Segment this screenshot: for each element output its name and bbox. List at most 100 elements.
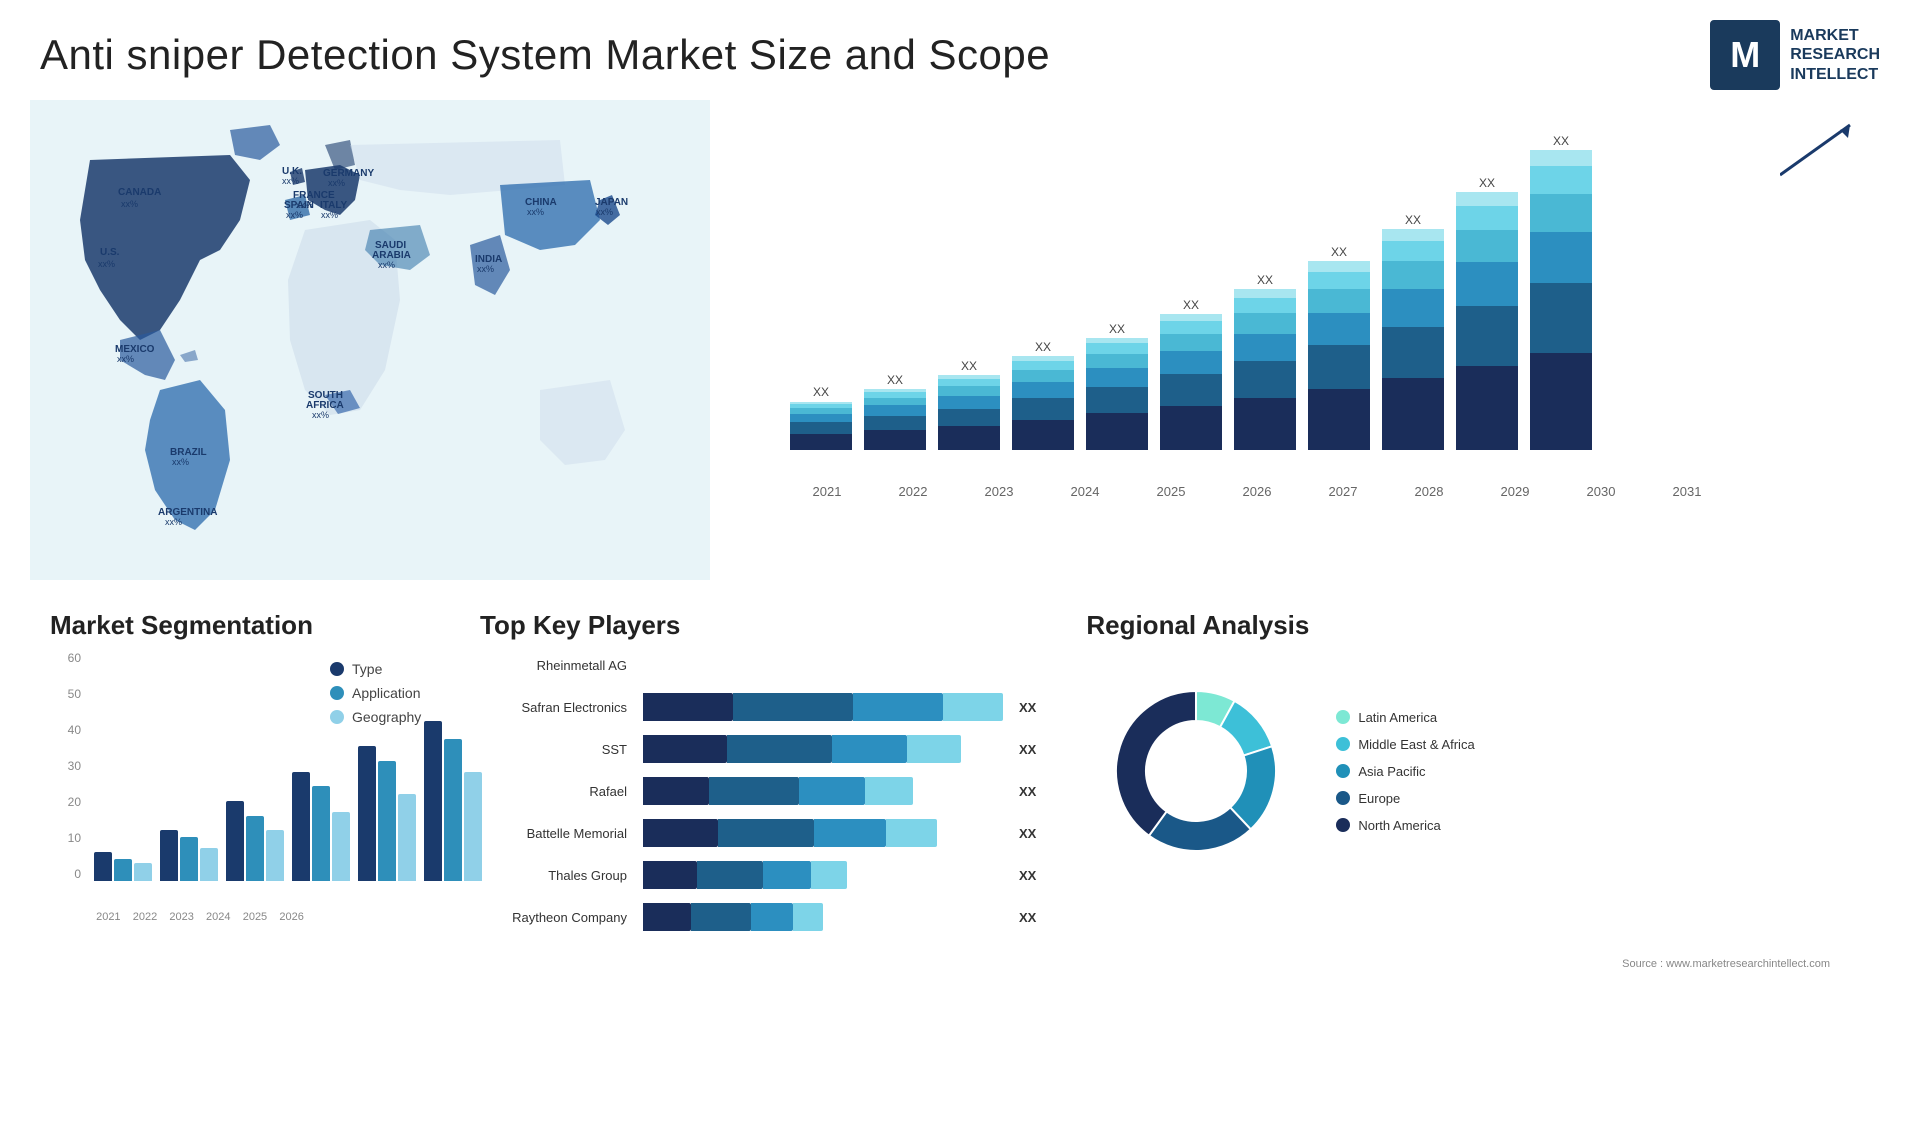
regional-title: Regional Analysis (1086, 610, 1870, 641)
regional-section: Regional Analysis Latin America Middle Ea… (1066, 600, 1890, 980)
bar-seg-0 (1160, 406, 1222, 450)
seg-bar-group-0 (94, 852, 152, 881)
bar-seg-3 (1530, 194, 1592, 232)
regional-legend-item: Latin America (1336, 710, 1474, 725)
player-bar-seg (643, 693, 733, 721)
svg-text:xx%: xx% (165, 517, 182, 527)
bar-col-2023: XX (938, 359, 1000, 450)
bar-seg-2 (1234, 334, 1296, 361)
bar-seg-3 (1234, 313, 1296, 334)
svg-text:xx%: xx% (527, 207, 544, 217)
seg-bar-2 (266, 830, 284, 881)
bar-seg-2 (1456, 262, 1518, 306)
svg-text:xx%: xx% (282, 176, 299, 186)
svg-text:xx%: xx% (596, 207, 613, 217)
svg-text:xx%: xx% (117, 354, 134, 364)
bar-seg-2 (1382, 289, 1444, 326)
source-text: Source : www.marketresearchintellect.com (1086, 954, 1870, 970)
player-value: XX (1019, 868, 1036, 883)
player-bar-seg (643, 903, 691, 931)
bar-stack-2021 (790, 401, 852, 450)
bar-seg-0 (1382, 378, 1444, 450)
svg-text:xx%: xx% (98, 259, 115, 269)
player-bar-container (643, 693, 1003, 721)
legend-dot (330, 686, 344, 700)
logo-line1: MARKET (1790, 26, 1880, 45)
donut-chart (1086, 661, 1306, 881)
svg-text:xx%: xx% (172, 457, 189, 467)
bar-seg-2 (864, 405, 926, 415)
player-bar-container (643, 651, 1036, 679)
player-bar-container (643, 777, 1003, 805)
bar-col-2026: XX (1160, 298, 1222, 450)
svg-text:U.S.: U.S. (100, 247, 120, 258)
bar-col-2028: XX (1308, 245, 1370, 450)
player-bar-container (643, 819, 1003, 847)
svg-text:xx%: xx% (286, 210, 303, 220)
page-title: Anti sniper Detection System Market Size… (40, 31, 1050, 79)
seg-chart-area: 0102030405060 (50, 651, 310, 911)
svg-text:xx%: xx% (312, 410, 329, 420)
player-row: Thales Group XX (480, 861, 1036, 889)
bar-seg-2 (1308, 313, 1370, 345)
bar-xx-label-2029: XX (1405, 213, 1421, 227)
bar-stack-2023 (938, 375, 1000, 450)
seg-bar-1 (378, 761, 396, 881)
regional-label: Europe (1358, 791, 1400, 806)
bar-seg-4 (1012, 361, 1074, 370)
seg-bar-1 (246, 816, 264, 881)
bar-col-2022: XX (864, 373, 926, 450)
seg-bar-1 (180, 837, 198, 881)
player-bar-seg (751, 903, 793, 931)
bar-col-2021: XX (790, 385, 852, 450)
player-row: Rheinmetall AG (480, 651, 1036, 679)
seg-bar-2 (398, 794, 416, 881)
seg-bar-0 (358, 746, 376, 881)
player-bar-seg (709, 777, 799, 805)
bar-xlabel-2023: 2023 (968, 484, 1030, 499)
bar-chart-section: XXXXXXXXXXXXXXXXXXXXXX 20212022202320242… (730, 100, 1890, 580)
player-value: XX (1019, 910, 1036, 925)
regional-legend-item: Middle East & Africa (1336, 737, 1474, 752)
bar-seg-0 (1012, 420, 1074, 450)
bar-seg-0 (1308, 389, 1370, 450)
player-value: XX (1019, 784, 1036, 799)
player-bar-seg (814, 819, 886, 847)
canada-label: CANADA (118, 187, 161, 198)
donut-area: Latin America Middle East & Africa Asia Pa… (1086, 661, 1870, 881)
segmentation-section: Market Segmentation 0102030405060 202120… (30, 600, 450, 980)
bar-xx-label-2022: XX (887, 373, 903, 387)
regional-dot (1336, 710, 1350, 724)
bar-xlabel-2025: 2025 (1140, 484, 1202, 499)
player-bar-seg (832, 735, 907, 763)
bar-seg-4 (1160, 321, 1222, 334)
regional-legend: Latin America Middle East & Africa Asia Pa… (1336, 710, 1474, 833)
player-row: Battelle MemorialXX (480, 819, 1036, 847)
legend-dot (330, 662, 344, 676)
donut-segment (1116, 691, 1196, 836)
map-section: CANADA xx% U.S. xx% MEXICO xx% BRAZIL xx… (30, 100, 710, 580)
player-row: Raytheon CompanyXX (480, 903, 1036, 931)
players-title: Top Key Players (480, 610, 1036, 641)
chart-y-axis (735, 120, 775, 520)
bar-xlabel-2031: 2031 (1656, 484, 1718, 499)
seg-bar-0 (160, 830, 178, 881)
bar-seg-0 (1530, 353, 1592, 450)
bar-xlabel-2024: 2024 (1054, 484, 1116, 499)
player-bar-seg (865, 777, 913, 805)
bar-xx-label-2026: XX (1183, 298, 1199, 312)
bar-seg-4 (1382, 241, 1444, 262)
svg-text:xx%: xx% (321, 210, 338, 220)
bar-col-2031: XX (1530, 134, 1592, 450)
player-name: Thales Group (480, 868, 635, 883)
seg-bar-group-1 (160, 830, 218, 881)
bar-xlabel-2021: 2021 (796, 484, 858, 499)
bar-xx-label-2030: XX (1479, 176, 1495, 190)
stacked-bars-container: XXXXXXXXXXXXXXXXXXXXXX (790, 120, 1870, 480)
bar-seg-5 (1530, 150, 1592, 166)
regional-legend-item: Asia Pacific (1336, 764, 1474, 779)
bar-xlabel-2026: 2026 (1226, 484, 1288, 499)
player-row: RafaelXX (480, 777, 1036, 805)
regional-dot (1336, 764, 1350, 778)
bar-xx-label-2031: XX (1553, 134, 1569, 148)
